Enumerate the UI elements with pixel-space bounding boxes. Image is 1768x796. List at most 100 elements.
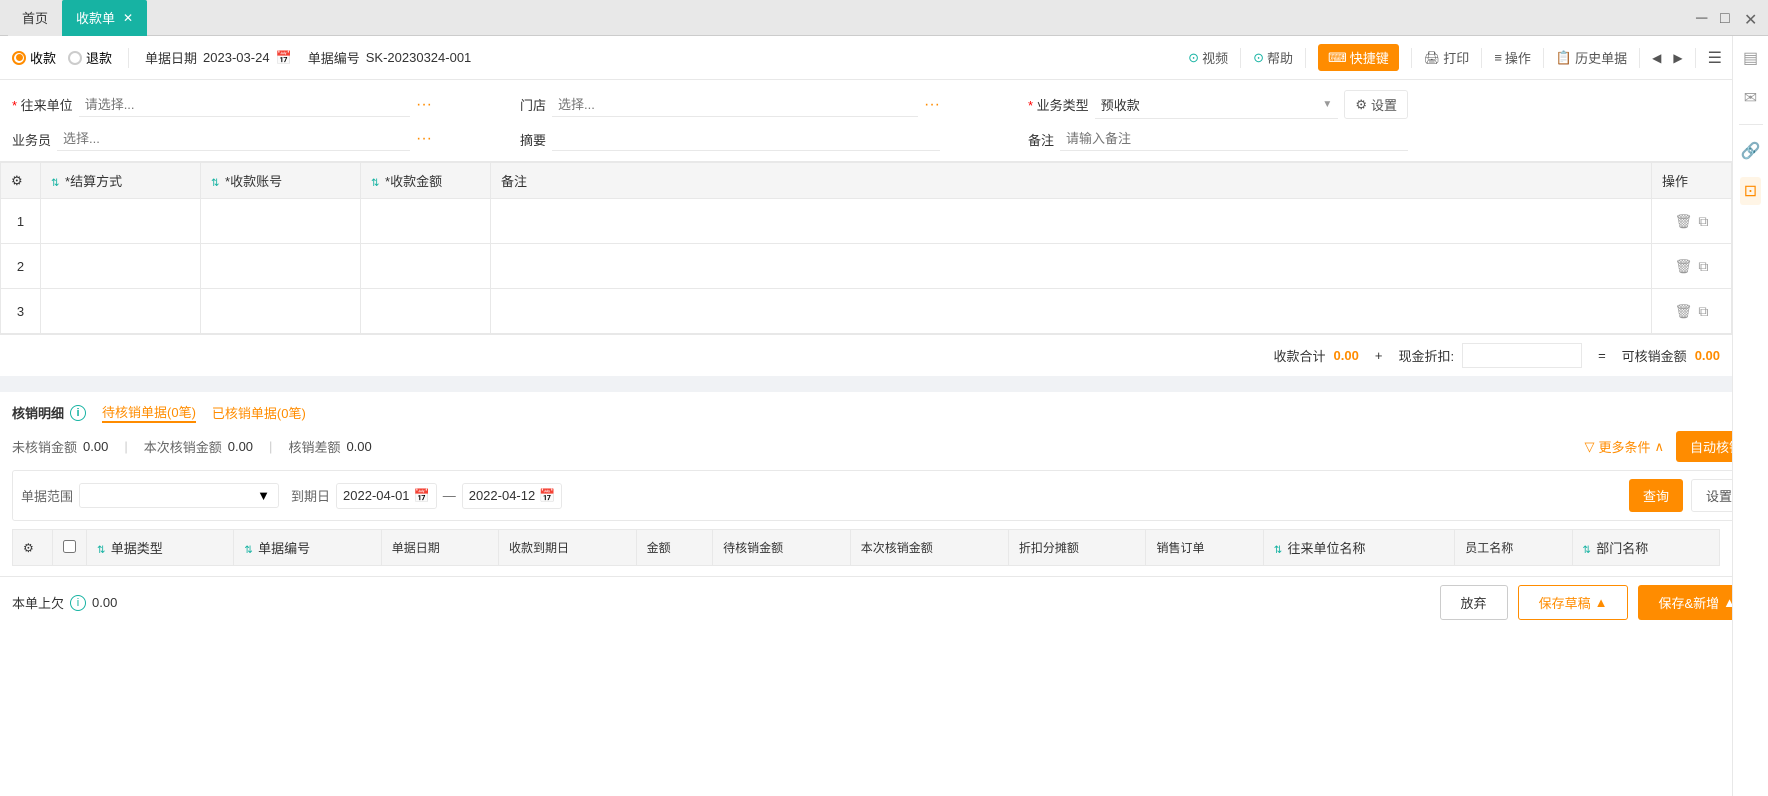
row-3-settlement[interactable] (41, 289, 201, 334)
sidebar-table-icon[interactable]: ▤ (1739, 44, 1762, 72)
row-1-account[interactable] (201, 199, 361, 244)
bottom-header-settings[interactable]: ⚙ (13, 530, 53, 566)
business-type-select[interactable]: 预收款 ▼ (1095, 91, 1339, 119)
due-date-start[interactable]: 2022-04-01 📅 (336, 483, 437, 509)
video-button[interactable]: ⊙ 视频 (1188, 48, 1228, 67)
more-conditions-btn[interactable]: ▽ 更多条件 ∧ (1584, 437, 1664, 456)
owing-info-icon[interactable]: i (70, 595, 86, 611)
bottom-header-discount: 折扣分摊额 (1008, 530, 1146, 566)
calendar-icon[interactable]: 📅 (276, 50, 292, 66)
sidebar-mail-icon[interactable]: ✉ (1740, 84, 1761, 112)
main-content: 收款 退款 单据日期 2023-03-24 📅 单据编号 SK-20230324… (0, 36, 1768, 796)
row-2-copy-icon[interactable]: ⧉ (1698, 258, 1708, 275)
receipt-table-area: ⚙ ⇅ *结算方式 ⇅ *收款账号 ⇅ *收款金额 备注 (0, 162, 1768, 384)
toolbar-divider-3 (1305, 48, 1306, 68)
plus-sign: + (1375, 348, 1383, 363)
table-header-settings[interactable]: ⚙ (1, 163, 41, 199)
toolbar-divider-6 (1543, 48, 1544, 68)
query-button[interactable]: 查询 (1629, 479, 1683, 512)
current-owing-label: 本单上欠 (12, 593, 64, 612)
bottom-table: ⚙ ⇅ 单据类型 ⇅ 单据编号 单据日期 收款到期日 金额 待核销 (12, 529, 1720, 566)
row-3-actions: 🗑 ⧉ (1652, 289, 1732, 334)
history-button[interactable]: 📋 历史单据 (1556, 48, 1627, 67)
number-label: 单据编号 (308, 48, 360, 67)
row-3-delete-icon[interactable]: 🗑 (1675, 303, 1693, 320)
select-all-checkbox[interactable] (63, 540, 76, 553)
close-button[interactable]: ✕ (1744, 10, 1760, 26)
print-icon: 🖨 (1424, 50, 1441, 66)
store-input[interactable] (552, 93, 918, 117)
row-2-notes[interactable] (491, 244, 1652, 289)
table-row: 1 🗑 ⧉ (1, 199, 1732, 244)
row-3-copy-icon[interactable]: ⧉ (1698, 303, 1708, 320)
radio-refund[interactable]: 退款 (68, 48, 112, 67)
row-3-amount[interactable] (361, 289, 491, 334)
bottom-header-counterpart: ⇅ 往来单位名称 (1263, 530, 1455, 566)
sidebar-attachment-icon[interactable]: 🔗 (1737, 137, 1765, 165)
sidebar-screenshot-icon[interactable]: ⊡ (1740, 177, 1761, 205)
help-button[interactable]: ⊙ 帮助 (1253, 48, 1293, 67)
row-1-notes[interactable] (491, 199, 1652, 244)
row-2-settlement[interactable] (41, 244, 201, 289)
sort-bill-number: ⇅ (244, 545, 252, 556)
radio-receipt[interactable]: 收款 (12, 48, 56, 67)
due-date-end[interactable]: 2022-04-12 📅 (462, 483, 563, 509)
bottom-header-bill-type: ⇅ 单据类型 (87, 530, 234, 566)
due-date-filter: 到期日 2022-04-01 📅 — 2022-04-12 📅 (291, 483, 562, 509)
staff-label: 业务员 (12, 130, 51, 149)
table-header-notes: 备注 (491, 163, 1652, 199)
row-3-account[interactable] (201, 289, 361, 334)
nav-prev-button[interactable]: ◀ (1652, 51, 1661, 65)
tab-home[interactable]: 首页 (8, 0, 62, 36)
row-2-account[interactable] (201, 244, 361, 289)
toolbar: 收款 退款 单据日期 2023-03-24 📅 单据编号 SK-20230324… (0, 36, 1768, 80)
form-row-1: 往来单位 ··· 门店 ··· 业务类型 预收款 ▼ ⚙ 设置 (12, 90, 1756, 119)
staff-field: 业务员 ··· (12, 127, 432, 151)
staff-more-btn[interactable]: ··· (416, 130, 432, 148)
row-1-settlement[interactable] (41, 199, 201, 244)
operations-button[interactable]: ≡ 操作 (1494, 48, 1531, 67)
row-2-amount[interactable] (361, 244, 491, 289)
number-value: SK-20230324-001 (366, 50, 472, 65)
total-value: 0.00 (1334, 348, 1359, 363)
tab-receipt[interactable]: 收款单 ✕ (62, 0, 147, 36)
date-value[interactable]: 2023-03-24 (203, 50, 270, 65)
table-header-amount: ⇅ *收款金额 (361, 163, 491, 199)
sort-department: ⇅ (1583, 545, 1591, 556)
print-button[interactable]: 🖨 打印 (1424, 48, 1470, 67)
range-select[interactable]: ▼ (79, 483, 279, 508)
row-3-notes[interactable] (491, 289, 1652, 334)
staff-input[interactable] (57, 127, 410, 151)
minimize-button[interactable]: ─ (1696, 10, 1712, 26)
summary-input[interactable] (552, 127, 940, 151)
list-view-button[interactable]: ☰ (1708, 48, 1722, 68)
history-icon: 📋 (1556, 50, 1572, 66)
range-filter: 单据范围 ▼ (21, 483, 279, 508)
discount-input[interactable] (1462, 343, 1582, 368)
shortcut-button[interactable]: ⌨ 快捷键 (1318, 44, 1399, 71)
done-tab[interactable]: 已核销单据(0笔) (212, 403, 306, 422)
discard-button[interactable]: 放弃 (1440, 585, 1508, 620)
row-1-delete-icon[interactable]: 🗑 (1675, 213, 1693, 230)
counterpart-more-btn[interactable]: ··· (416, 96, 432, 114)
notes-input[interactable] (1060, 127, 1408, 151)
verification-info-icon[interactable]: i (70, 405, 86, 421)
footer-actions: 放弃 保存草稿 ▲ 保存&新增 ▲ (1440, 585, 1756, 620)
calendar-icon-end: 📅 (539, 488, 555, 504)
row-1-copy-icon[interactable]: ⧉ (1698, 213, 1708, 230)
row-1-amount[interactable] (361, 199, 491, 244)
save-draft-button[interactable]: 保存草稿 ▲ (1518, 585, 1629, 620)
nav-next-button[interactable]: ▶ (1673, 51, 1682, 65)
bottom-header-current: 本次核销金额 (850, 530, 1008, 566)
counterpart-input[interactable] (79, 93, 410, 117)
settings-button[interactable]: ⚙ 设置 (1344, 90, 1408, 119)
row-2-delete-icon[interactable]: 🗑 (1675, 258, 1693, 275)
pending-tab[interactable]: 待核销单据(0笔) (102, 402, 196, 423)
radio-refund-label: 退款 (86, 48, 112, 67)
business-type-field: 业务类型 预收款 ▼ ⚙ 设置 (1028, 90, 1408, 119)
maximize-button[interactable]: □ (1720, 10, 1736, 26)
verify-stats-row: 未核销金额 0.00 | 本次核销金额 0.00 | 核销差额 0.00 ▽ 更… (12, 431, 1756, 462)
toolbar-divider-8 (1695, 48, 1696, 68)
store-more-btn[interactable]: ··· (924, 96, 940, 114)
tab-receipt-close[interactable]: ✕ (123, 11, 133, 25)
